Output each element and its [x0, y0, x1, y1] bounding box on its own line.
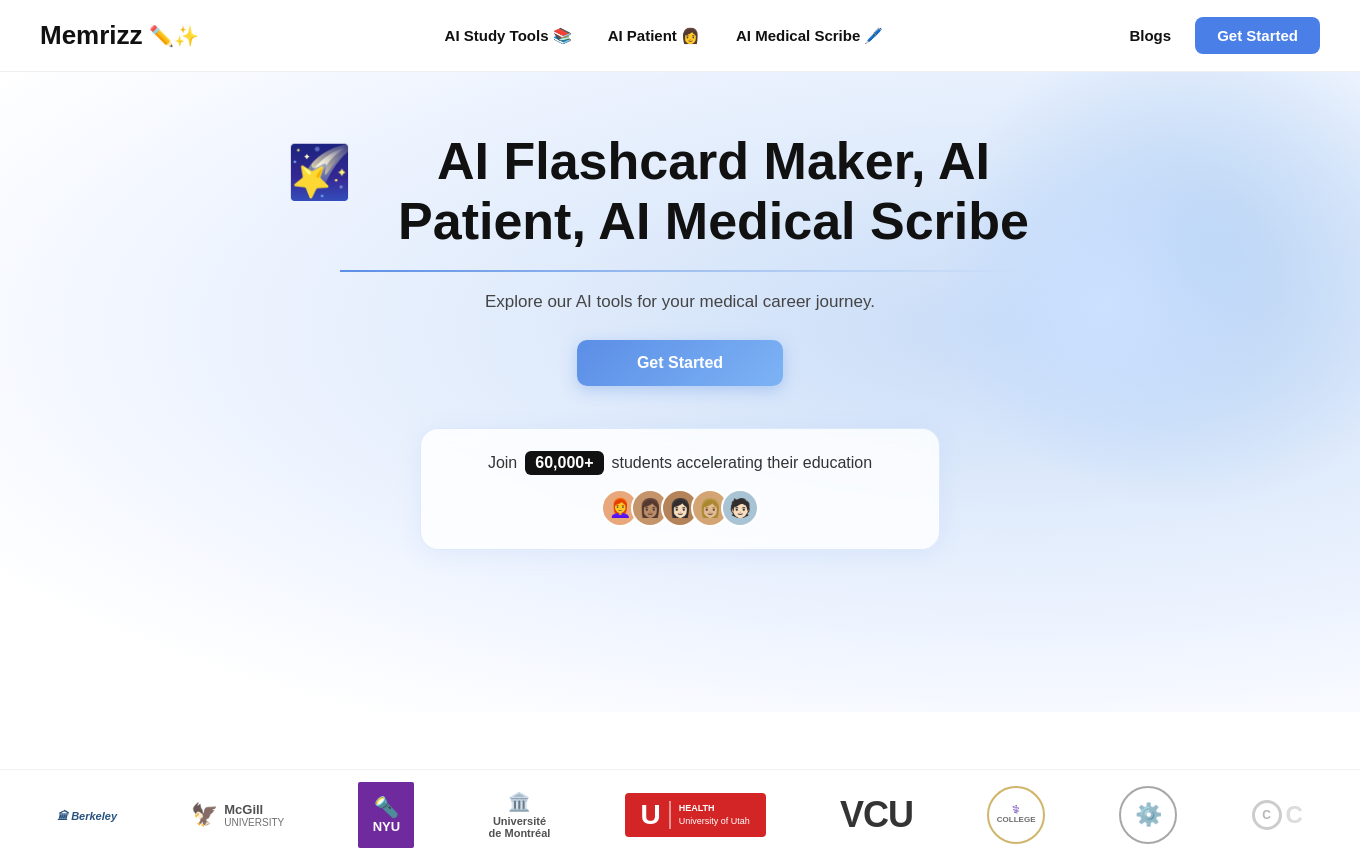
join-suffix: students accelerating their education [612, 454, 873, 472]
vcu-text: VCU [840, 794, 913, 836]
brand-icon: ✏️✨ [149, 24, 199, 48]
mcgill-text: 🦅 McGill UNIVERSITY [191, 802, 284, 828]
hero-title: AI Flashcard Maker, AI Patient, AI Medic… [354, 132, 1074, 252]
nav-blogs-link[interactable]: Blogs [1129, 27, 1171, 44]
navbar: Memrizz ✏️✨ AI Study Tools 📚 AI Patient … [0, 0, 1360, 72]
partial-text: C [1286, 801, 1303, 829]
logo-circle-seal: ⚙️ [1119, 785, 1177, 845]
avatar-row: 👩‍🦰 👩🏽 👩🏻 👩🏼 🧑🏻 [601, 489, 759, 527]
alabama-text: ⚕️COLLEGE [997, 805, 1036, 824]
avatar-5: 🧑🏻 [721, 489, 759, 527]
join-count: 60,000+ [525, 451, 603, 475]
alabama-seal: ⚕️COLLEGE [987, 786, 1045, 844]
brand-name: Memrizz [40, 20, 143, 51]
logo-partial: C C [1252, 785, 1303, 845]
hero-content: 🌠 AI Flashcard Maker, AI Patient, AI Med… [0, 72, 1360, 550]
nav-links: AI Study Tools 📚 AI Patient 👩 AI Medical… [445, 27, 884, 45]
nyu-torch-icon: 🔦 [374, 795, 399, 819]
shooting-star-icon: 🌠 [287, 142, 352, 203]
hero-subtitle: Explore our AI tools for your medical ca… [485, 292, 875, 312]
nav-right: Blogs Get Started [1129, 17, 1320, 54]
hero-title-row: 🌠 AI Flashcard Maker, AI Patient, AI Med… [287, 132, 1074, 252]
join-text: Join 60,000+ students accelerating their… [488, 451, 872, 475]
nyu-badge: 🔦 NYU [358, 782, 414, 848]
logo-vcu: VCU [840, 785, 913, 845]
montreal-text: 🏛️ Université de Montréal [489, 791, 551, 839]
logo-berkeley: 🏛 Berkeley [57, 785, 117, 845]
circle-seal-icon: ⚙️ [1135, 802, 1162, 828]
circle-seal-badge: ⚙️ [1119, 786, 1177, 844]
logo-utah-health: U HEALTH University of Utah [625, 785, 766, 845]
partial-logo: C C [1252, 800, 1303, 830]
logo-montreal: 🏛️ Université de Montréal [489, 785, 551, 845]
get-started-hero-button[interactable]: Get Started [577, 340, 783, 386]
nav-ai-scribe[interactable]: AI Medical Scribe 🖊️ [736, 27, 883, 45]
utah-u-letter: U [641, 801, 671, 829]
hero-section: 🌠 AI Flashcard Maker, AI Patient, AI Med… [0, 72, 1360, 712]
utah-health-badge: U HEALTH University of Utah [625, 793, 766, 837]
join-prefix: Join [488, 454, 517, 472]
logo-mcgill: 🦅 McGill UNIVERSITY [191, 785, 284, 845]
logo-nyu: 🔦 NYU [358, 785, 414, 845]
get-started-nav-button[interactable]: Get Started [1195, 17, 1320, 54]
logos-bar: 🏛 Berkeley 🦅 McGill UNIVERSITY 🔦 NYU 🏛️ … [0, 769, 1360, 859]
utah-health-text: HEALTH University of Utah [679, 802, 750, 827]
hero-divider [340, 270, 1020, 272]
nav-study-tools[interactable]: AI Study Tools 📚 [445, 27, 572, 45]
join-card: Join 60,000+ students accelerating their… [420, 428, 940, 550]
logo-alabama: ⚕️COLLEGE [987, 785, 1045, 845]
nyu-label: NYU [373, 819, 400, 834]
partial-icon: C [1252, 800, 1282, 830]
nav-ai-patient[interactable]: AI Patient 👩 [608, 27, 700, 45]
brand-logo[interactable]: Memrizz ✏️✨ [40, 20, 199, 51]
berkeley-text: 🏛 Berkeley [57, 807, 117, 823]
